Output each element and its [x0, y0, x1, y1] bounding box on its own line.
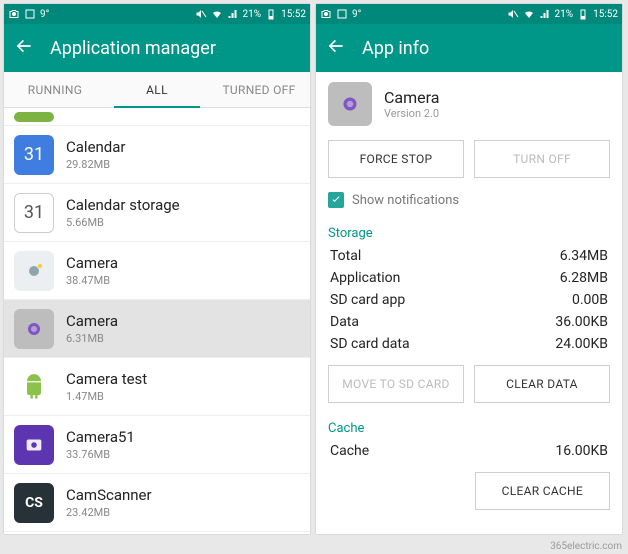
- phone-right: 9° 21% 15:52 App info Camera Version 2.0: [316, 4, 622, 534]
- app-name: Camera: [384, 88, 439, 107]
- app-version: Version 2.0: [384, 107, 439, 120]
- app-bar: App info: [316, 24, 622, 72]
- list-item[interactable]: Camera test 1.47MB: [4, 358, 310, 416]
- app-size: 1.47MB: [66, 390, 147, 403]
- app-size: 6.31MB: [66, 332, 118, 345]
- camera-app-icon: [328, 82, 372, 126]
- tab-running[interactable]: RUNNING: [4, 72, 106, 107]
- status-temp: 9°: [40, 9, 49, 20]
- status-battery: 21%: [243, 9, 262, 20]
- app-size: 38.47MB: [66, 274, 118, 287]
- list-item-selected[interactable]: Camera 6.31MB: [4, 300, 310, 358]
- tabs: RUNNING ALL TURNED OFF: [4, 72, 310, 108]
- app-name: Camera: [66, 254, 118, 272]
- list-item[interactable]: [4, 108, 310, 126]
- calendar-storage-icon: 31: [14, 193, 54, 233]
- app-name: Camera: [66, 312, 118, 330]
- app-name: CamScanner: [66, 486, 152, 504]
- tab-turned-off[interactable]: TURNED OFF: [208, 72, 310, 107]
- force-stop-button[interactable]: FORCE STOP: [328, 140, 464, 178]
- app-bar: Application manager: [4, 24, 310, 72]
- status-temp: 9°: [352, 9, 361, 20]
- list-item[interactable]: 31 Calendar storage 5.66MB: [4, 184, 310, 242]
- watermark: 365electric.com: [550, 541, 622, 552]
- screenshot-status-icon: [24, 8, 36, 20]
- checkbox-checked-icon: [328, 192, 344, 208]
- app-header: Camera Version 2.0: [316, 72, 622, 136]
- storage-data: Data36.00KB: [316, 311, 622, 333]
- move-to-sd-button[interactable]: MOVE TO SD CARD: [328, 365, 464, 403]
- turn-off-button[interactable]: TURN OFF: [474, 140, 610, 178]
- list-item[interactable]: Camera51 33.76MB: [4, 416, 310, 474]
- status-bar: 9° 21% 15:52: [4, 4, 310, 24]
- app-list[interactable]: 31 Calendar 29.82MB 31 Calendar storage …: [4, 108, 310, 534]
- screenshot-status-icon: [336, 8, 348, 20]
- android-icon: [14, 367, 54, 407]
- appbar-title: App info: [362, 38, 429, 59]
- mute-icon: [507, 8, 519, 20]
- clear-data-button[interactable]: CLEAR DATA: [474, 365, 610, 403]
- list-item[interactable]: Camera 38.47MB: [4, 242, 310, 300]
- app-name: Calendar storage: [66, 196, 180, 214]
- app-size: 5.66MB: [66, 216, 180, 229]
- phone-left: 9° 21% 15:52 Application manager RUNNING…: [4, 4, 310, 534]
- cache-section-title: Cache: [316, 413, 622, 440]
- wifi-icon: [211, 8, 223, 20]
- battery-icon: [577, 8, 589, 20]
- signal-icon: [539, 8, 551, 20]
- storage-application: Application6.28MB: [316, 267, 622, 289]
- camscanner-icon: CS: [14, 483, 54, 523]
- status-time: 15:52: [281, 9, 306, 20]
- status-time: 15:52: [593, 9, 618, 20]
- list-item[interactable]: CS CamScanner 23.42MB: [4, 474, 310, 532]
- app-name: Camera51: [66, 428, 135, 446]
- app-name: Camera test: [66, 370, 147, 388]
- mute-icon: [195, 8, 207, 20]
- camera-status-icon: [320, 8, 332, 20]
- status-bar: 9° 21% 15:52: [316, 4, 622, 24]
- back-button[interactable]: [14, 36, 34, 60]
- tab-all[interactable]: ALL: [106, 72, 208, 107]
- camera-icon: [14, 251, 54, 291]
- app-size: 33.76MB: [66, 448, 135, 461]
- storage-section-title: Storage: [316, 218, 622, 245]
- camera-status-icon: [8, 8, 20, 20]
- app-size: 29.82MB: [66, 158, 126, 171]
- app-size: 23.42MB: [66, 506, 152, 519]
- clear-cache-button[interactable]: CLEAR CACHE: [475, 472, 610, 510]
- list-item[interactable]: Candy Crush Saga: [4, 532, 310, 534]
- wifi-icon: [523, 8, 535, 20]
- storage-total: Total6.34MB: [316, 245, 622, 267]
- show-notifications-row[interactable]: Show notifications: [316, 188, 622, 218]
- back-button[interactable]: [326, 36, 346, 60]
- cache-row: Cache16.00KB: [316, 440, 622, 462]
- signal-icon: [227, 8, 239, 20]
- app-name: Calendar: [66, 138, 126, 156]
- camera-app-icon: [14, 309, 54, 349]
- appbar-title: Application manager: [50, 38, 216, 59]
- storage-sd-app: SD card app0.00B: [316, 289, 622, 311]
- battery-icon: [265, 8, 277, 20]
- list-item[interactable]: 31 Calendar 29.82MB: [4, 126, 310, 184]
- storage-sd-data: SD card data24.00KB: [316, 333, 622, 355]
- show-notifications-label: Show notifications: [352, 193, 459, 208]
- camera51-icon: [14, 425, 54, 465]
- status-battery: 21%: [555, 9, 574, 20]
- calendar-icon: 31: [14, 135, 54, 175]
